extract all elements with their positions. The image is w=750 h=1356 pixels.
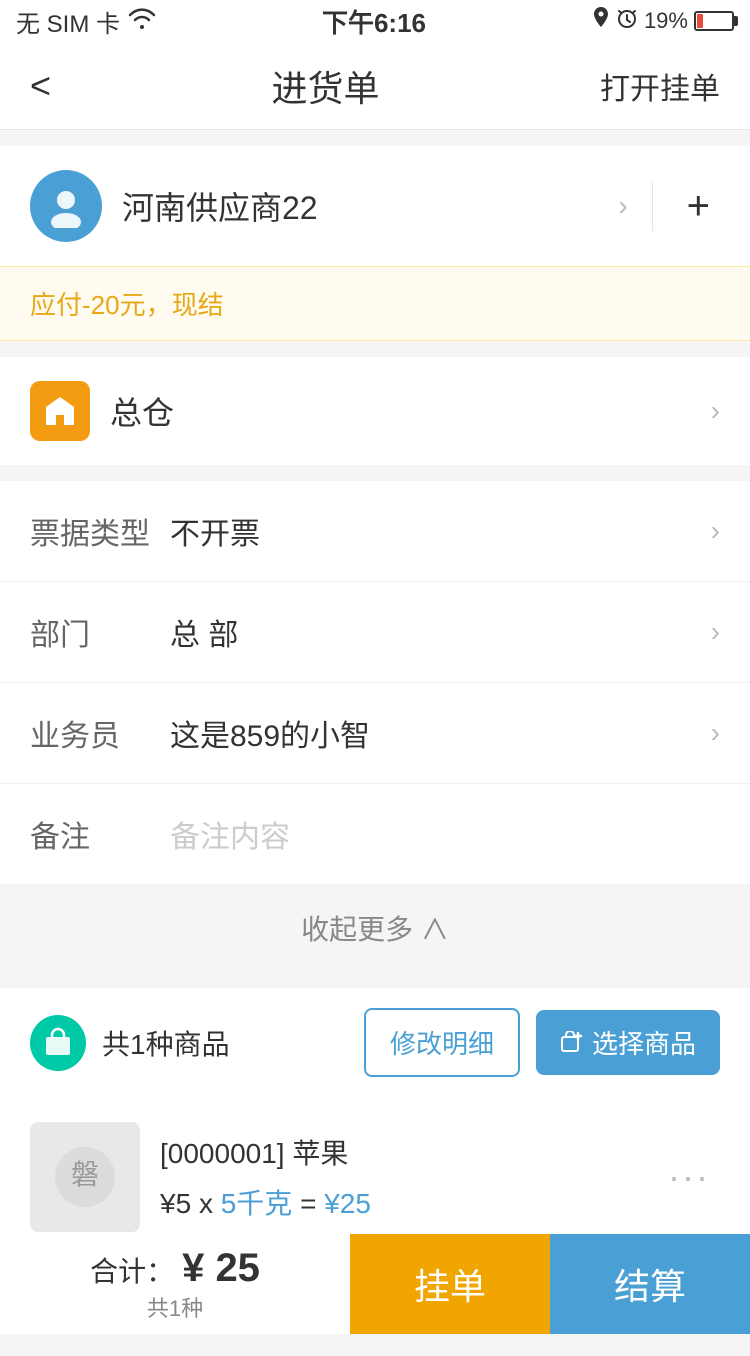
product-more-button[interactable]: ··· bbox=[658, 1156, 720, 1198]
select-product-label: 选择商品 bbox=[592, 1024, 696, 1061]
total-label: 合计： bbox=[90, 1250, 174, 1290]
back-button[interactable]: < bbox=[30, 65, 51, 107]
open-hang-button[interactable]: 打开挂单 bbox=[600, 64, 720, 108]
checkout-button[interactable]: 结算 bbox=[550, 1234, 750, 1334]
alarm-icon bbox=[616, 7, 638, 35]
battery-icon bbox=[694, 11, 734, 31]
status-left: 无 SIM 卡 bbox=[16, 4, 156, 39]
supplier-avatar bbox=[30, 170, 102, 242]
department-row[interactable]: 部门 总 部 › bbox=[0, 581, 750, 682]
invoice-chevron-icon: › bbox=[711, 515, 720, 547]
product-info: [0000001] 苹果 ¥5 x 5千克 = ¥25 bbox=[160, 1132, 638, 1222]
battery-percentage: 19% bbox=[644, 8, 688, 34]
product-thumbnail: 磐 bbox=[30, 1122, 140, 1232]
svg-text:磐: 磐 bbox=[71, 1159, 99, 1190]
supplier-name: 河南供应商22 bbox=[122, 183, 618, 229]
edit-detail-button[interactable]: 修改明细 bbox=[364, 1008, 520, 1077]
products-count-label: 共1种商品 bbox=[102, 1023, 348, 1063]
supplier-section: 河南供应商22 › + 应付-20元，现结 bbox=[0, 146, 750, 341]
product-item: 磐 [0000001] 苹果 ¥5 x 5千克 = ¥25 ··· bbox=[0, 1098, 750, 1256]
salesman-row[interactable]: 业务员 这是859的小智 › bbox=[0, 682, 750, 783]
remark-row[interactable]: 备注 备注内容 bbox=[0, 783, 750, 884]
status-right: 19% bbox=[592, 7, 734, 35]
warehouse-row[interactable]: 总仓 › bbox=[0, 357, 750, 465]
warehouse-chevron-icon: › bbox=[711, 395, 720, 427]
department-value: 总 部 bbox=[170, 610, 711, 654]
warehouse-icon bbox=[30, 381, 90, 441]
supplier-row[interactable]: 河南供应商22 › + bbox=[0, 146, 750, 266]
total-row: 合计： ¥ 25 bbox=[90, 1246, 260, 1291]
invoice-value: 不开票 bbox=[170, 509, 711, 553]
product-price: ¥5 x 5千克 = ¥25 bbox=[160, 1182, 638, 1222]
notice-banner: 应付-20元，现结 bbox=[0, 266, 750, 341]
price-value: ¥5 bbox=[160, 1188, 191, 1219]
department-chevron-icon: › bbox=[711, 616, 720, 648]
total-amount: ¥ 25 bbox=[182, 1246, 260, 1291]
salesman-chevron-icon: › bbox=[711, 717, 720, 749]
product-total: ¥25 bbox=[324, 1188, 371, 1219]
warehouse-section: 总仓 › bbox=[0, 357, 750, 465]
page-title: 进货单 bbox=[272, 60, 380, 112]
hang-button[interactable]: 挂单 bbox=[350, 1234, 550, 1334]
product-code: [0000001] bbox=[160, 1138, 285, 1169]
product-name: [0000001] 苹果 bbox=[160, 1132, 638, 1172]
form-section: 票据类型 不开票 › 部门 总 部 › 业务员 这是859的小智 › 备注 备注… bbox=[0, 481, 750, 884]
product-qty: 5千克 bbox=[221, 1188, 293, 1219]
warehouse-name: 总仓 bbox=[110, 388, 711, 434]
products-header: 共1种商品 修改明细 选择商品 bbox=[0, 988, 750, 1097]
products-icon bbox=[30, 1015, 86, 1071]
total-count: 共1种 bbox=[147, 1291, 203, 1323]
nav-bar: < 进货单 打开挂单 bbox=[0, 42, 750, 130]
price-multiply: x bbox=[199, 1188, 221, 1219]
price-equals: = bbox=[300, 1188, 324, 1219]
wifi-icon bbox=[128, 7, 156, 36]
salesman-value: 这是859的小智 bbox=[170, 711, 711, 755]
time-label: 下午6:16 bbox=[322, 3, 426, 40]
remark-input[interactable]: 备注内容 bbox=[170, 812, 720, 856]
products-section: 共1种商品 修改明细 选择商品 磐 [0000001] 苹果 bbox=[0, 988, 750, 1256]
bottom-bar: 合计： ¥ 25 共1种 挂单 结算 bbox=[0, 1234, 750, 1334]
vertical-divider bbox=[652, 181, 653, 231]
total-section: 合计： ¥ 25 共1种 bbox=[0, 1234, 350, 1334]
add-button[interactable]: + bbox=[677, 184, 720, 229]
salesman-label: 业务员 bbox=[30, 711, 170, 755]
carrier-label: 无 SIM 卡 bbox=[16, 4, 120, 39]
department-label: 部门 bbox=[30, 610, 170, 654]
remark-label: 备注 bbox=[30, 812, 170, 856]
invoice-row[interactable]: 票据类型 不开票 › bbox=[0, 481, 750, 581]
location-icon bbox=[592, 7, 610, 35]
invoice-label: 票据类型 bbox=[30, 509, 170, 553]
supplier-chevron-icon: › bbox=[618, 190, 627, 222]
status-bar: 无 SIM 卡 下午6:16 19% bbox=[0, 0, 750, 42]
product-title: 苹果 bbox=[292, 1138, 348, 1169]
select-product-button[interactable]: 选择商品 bbox=[536, 1010, 720, 1075]
collapse-toggle[interactable]: 收起更多 ∧ bbox=[0, 884, 750, 972]
